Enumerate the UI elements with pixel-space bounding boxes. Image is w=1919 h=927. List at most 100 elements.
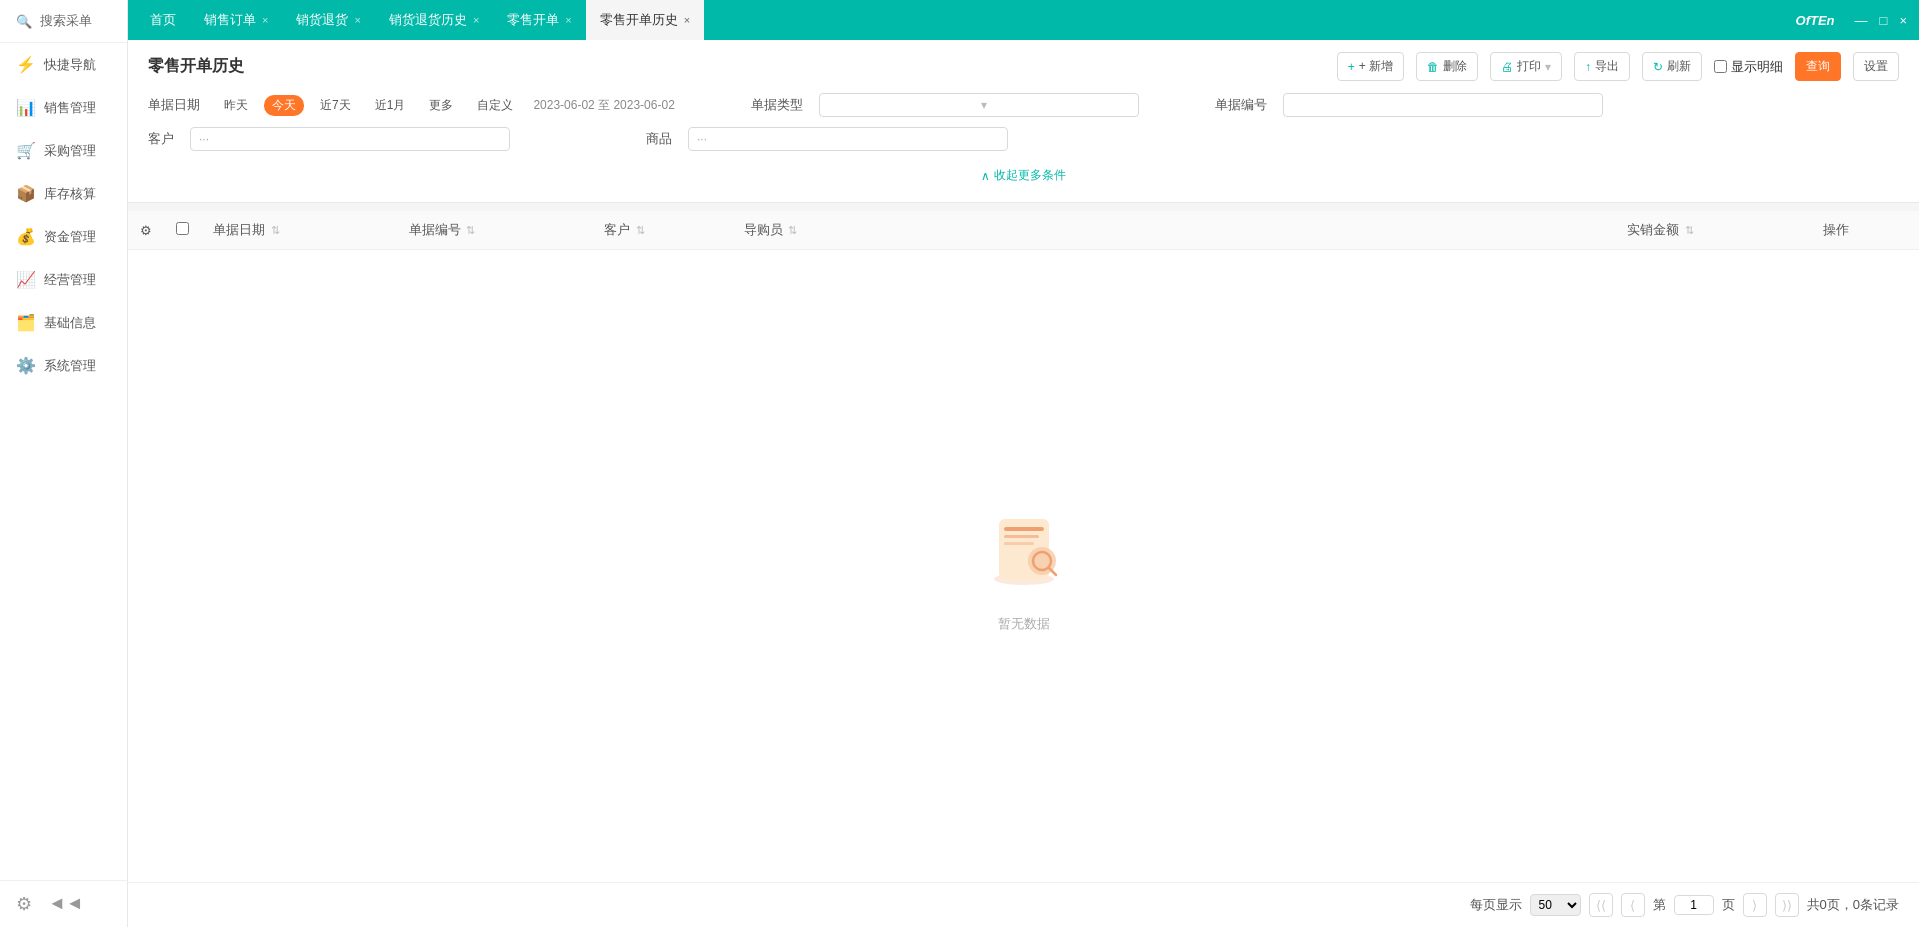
maximize-button[interactable]: □	[1880, 13, 1888, 28]
tab-sales-return-close[interactable]: ×	[354, 14, 360, 26]
col-amount[interactable]: 实销金额 ⇅	[1615, 211, 1811, 250]
sidebar-item-system[interactable]: ⚙️ 系统管理	[0, 344, 127, 387]
date-label: 单据日期	[148, 96, 200, 114]
settings-button[interactable]: 设置	[1853, 52, 1899, 81]
col-amount-label: 实销金额	[1627, 222, 1679, 237]
product-select[interactable]: ···	[688, 127, 1008, 151]
col-customer[interactable]: 客户 ⇅	[592, 211, 731, 250]
pagination: 每页显示 50 10 20 100 ⟨⟨ ⟨ 第 页 ⟩ ⟩⟩ 共0页，0条记录	[128, 882, 1919, 927]
tab-sales-order[interactable]: 销售订单 ×	[190, 0, 282, 40]
sidebar-item-label: 经营管理	[44, 271, 96, 289]
finance-icon: 💰	[16, 227, 36, 246]
tab-retail-open-history[interactable]: 零售开单历史 ×	[586, 0, 704, 40]
collapse-filter-btn[interactable]: ∧ 收起更多条件	[148, 161, 1899, 190]
tab-home-label: 首页	[150, 11, 176, 29]
sidebar-search-label: 搜索采单	[40, 12, 92, 30]
col-amount-sort-icon: ⇅	[1685, 224, 1694, 236]
page-number-input[interactable]	[1674, 895, 1714, 915]
query-label: 查询	[1806, 58, 1830, 75]
per-page-select[interactable]: 50 10 20 100	[1530, 894, 1581, 916]
col-date[interactable]: 单据日期 ⇅	[201, 211, 397, 250]
sidebar-item-label: 库存核算	[44, 185, 96, 203]
col-number-sort-icon: ⇅	[466, 224, 475, 236]
filter-area: 单据日期 昨天 今天 近7天 近1月 更多 自定义 2023-06-02 至 2…	[148, 93, 1899, 202]
settings-label: 设置	[1864, 58, 1888, 75]
prev-page-btn[interactable]: ⟨	[1621, 893, 1645, 917]
product-placeholder: ···	[697, 132, 999, 146]
sidebar-item-finance[interactable]: 💰 资金管理	[0, 215, 127, 258]
collapse-label: 收起更多条件	[994, 167, 1066, 184]
total-info: 共0页，0条记录	[1807, 896, 1899, 914]
tab-sales-return-history-close[interactable]: ×	[473, 14, 479, 26]
sidebar-item-business[interactable]: 📈 经营管理	[0, 258, 127, 301]
sidebar-item-basic-info[interactable]: 🗂️ 基础信息	[0, 301, 127, 344]
tab-home[interactable]: 首页	[136, 0, 190, 40]
minimize-button[interactable]: —	[1855, 13, 1868, 28]
tab-sales-return-history[interactable]: 销货退货历史 ×	[375, 0, 493, 40]
col-number[interactable]: 单据编号 ⇅	[397, 211, 593, 250]
add-icon: +	[1348, 60, 1355, 74]
more-date-btn[interactable]: 更多	[421, 95, 461, 116]
number-input[interactable]	[1283, 93, 1603, 117]
settings-icon[interactable]: ⚙	[16, 893, 32, 915]
col-customer-label: 客户	[604, 222, 630, 237]
sidebar-item-inventory[interactable]: 📦 库存核算	[0, 172, 127, 215]
query-button[interactable]: 查询	[1795, 52, 1841, 81]
tab-sales-return[interactable]: 销货退货 ×	[282, 0, 374, 40]
customer-placeholder: ···	[199, 132, 501, 146]
tab-retail-open-history-close[interactable]: ×	[684, 14, 690, 26]
type-select[interactable]: ▾	[819, 93, 1139, 117]
export-button[interactable]: ↑ 导出	[1574, 52, 1630, 81]
sidebar-search[interactable]: 🔍 搜索采单	[0, 0, 127, 43]
sidebar-item-sales-mgmt[interactable]: 📊 销售管理	[0, 86, 127, 129]
tab-retail-open-history-label: 零售开单历史	[600, 11, 678, 29]
display-detail-toggle[interactable]: 显示明细	[1714, 58, 1783, 76]
next-page-btn[interactable]: ⟩	[1743, 893, 1767, 917]
last-page-btn[interactable]: ⟩⟩	[1775, 893, 1799, 917]
business-icon: 📈	[16, 270, 36, 289]
sidebar-item-quick-nav[interactable]: ⚡ 快捷导航	[0, 43, 127, 86]
page-title-bar: 零售开单历史 + + 新增 🗑 删除 🖨 打印 ▾	[148, 52, 1899, 81]
print-button[interactable]: 🖨 打印 ▾	[1490, 52, 1562, 81]
last1month-btn[interactable]: 近1月	[367, 95, 414, 116]
product-label: 商品	[646, 130, 672, 148]
delete-icon: 🗑	[1427, 60, 1439, 74]
select-all-checkbox[interactable]	[176, 222, 189, 235]
toolbar: + + 新增 🗑 删除 🖨 打印 ▾ ↑ 导出	[1337, 52, 1899, 81]
tab-retail-open[interactable]: 零售开单 ×	[493, 0, 585, 40]
basic-info-icon: 🗂️	[16, 313, 36, 332]
custom-btn[interactable]: 自定义	[469, 95, 521, 116]
page-label-pre: 第	[1653, 896, 1666, 914]
brand-label: OfTEn	[1796, 13, 1835, 28]
filter-row-customer: 客户 ··· 商品 ···	[148, 127, 1899, 151]
refresh-button[interactable]: ↻ 刷新	[1642, 52, 1702, 81]
print-label: 打印	[1517, 58, 1541, 75]
per-page-label: 每页显示	[1470, 896, 1522, 914]
tab-retail-open-close[interactable]: ×	[565, 14, 571, 26]
col-salesperson[interactable]: 导购员 ⇅	[732, 211, 900, 250]
display-detail-checkbox[interactable]	[1714, 60, 1727, 73]
col-action: 操作	[1811, 211, 1919, 250]
add-label: + 新增	[1359, 58, 1393, 75]
filter-row-date: 单据日期 昨天 今天 近7天 近1月 更多 自定义 2023-06-02 至 2…	[148, 93, 1899, 117]
customer-select[interactable]: ···	[190, 127, 510, 151]
sidebar-item-label: 采购管理	[44, 142, 96, 160]
add-button[interactable]: + + 新增	[1337, 52, 1404, 81]
sidebar: 🔍 搜索采单 ⚡ 快捷导航 📊 销售管理 🛒 采购管理 📦 库存核算 💰 资金管…	[0, 0, 128, 927]
print-icon: 🖨	[1501, 60, 1513, 74]
date-shortcuts: 昨天 今天 近7天 近1月 更多 自定义 2023-06-02 至 2023-0…	[216, 95, 675, 116]
sidebar-item-purchase-mgmt[interactable]: 🛒 采购管理	[0, 129, 127, 172]
collapse-sidebar-icon[interactable]: ◄◄	[48, 893, 84, 915]
tab-sales-return-history-label: 销货退货历史	[389, 11, 467, 29]
yesterday-btn[interactable]: 昨天	[216, 95, 256, 116]
delete-button[interactable]: 🗑 删除	[1416, 52, 1478, 81]
sidebar-bottom: ⚙ ◄◄	[0, 880, 127, 927]
close-window-button[interactable]: ×	[1899, 13, 1907, 28]
type-dropdown-icon: ▾	[981, 98, 1130, 112]
first-page-btn[interactable]: ⟨⟨	[1589, 893, 1613, 917]
tab-sales-order-close[interactable]: ×	[262, 14, 268, 26]
today-btn[interactable]: 今天	[264, 95, 304, 116]
col-settings-icon[interactable]: ⚙	[140, 223, 152, 238]
svg-rect-3	[1004, 535, 1039, 538]
last7-btn[interactable]: 近7天	[312, 95, 359, 116]
